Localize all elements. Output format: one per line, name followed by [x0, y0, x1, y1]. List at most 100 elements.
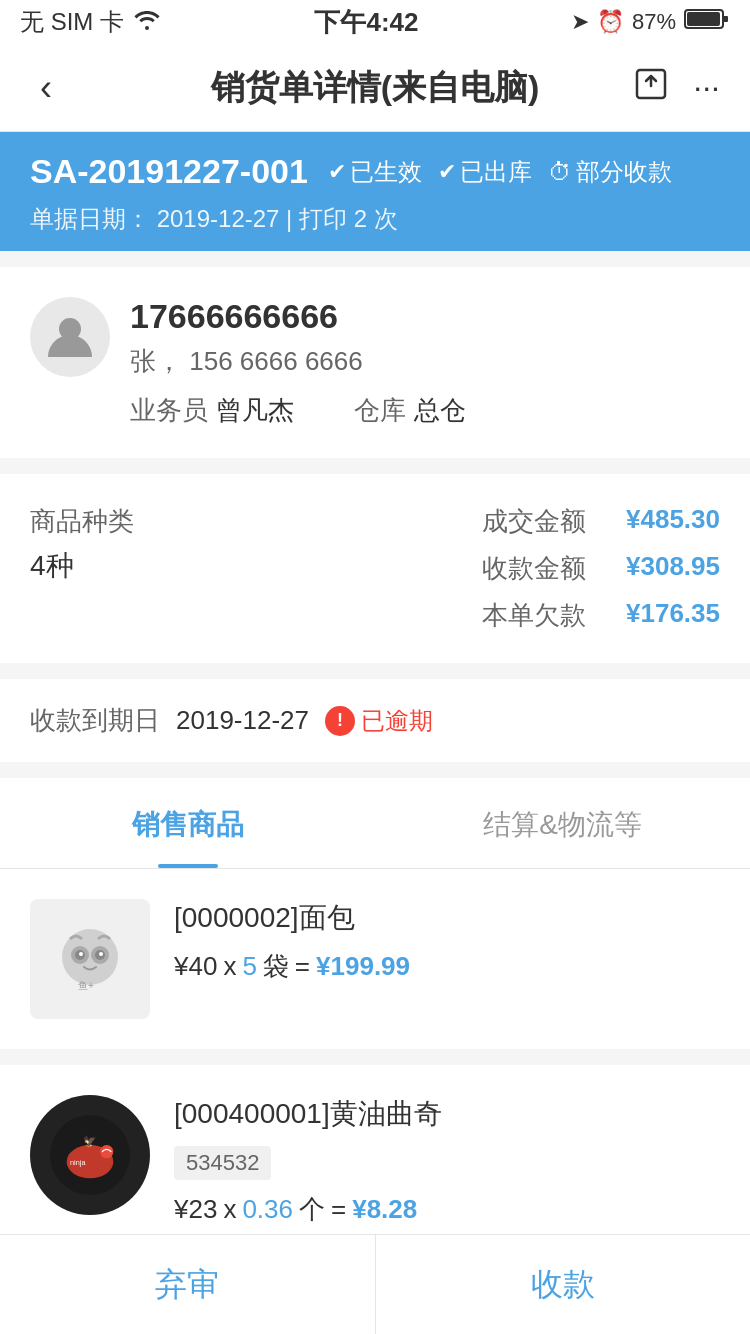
stats-left: 商品种类 4种 — [30, 504, 482, 585]
warehouse-value: 总仓 — [414, 393, 466, 428]
status-tag-shipped: ✔ 已出库 — [438, 156, 532, 188]
status-tag-active: ✔ 已生效 — [328, 156, 422, 188]
sales-rep-item: 业务员 曾凡杰 — [130, 393, 294, 428]
clock-icon: ⏱ — [548, 158, 572, 186]
status-tags: ✔ 已生效 ✔ 已出库 ⏱ 部分收款 — [328, 156, 672, 188]
back-button[interactable]: ‹ — [30, 57, 62, 119]
status-left: 无 SIM 卡 — [20, 6, 162, 38]
svg-point-17 — [100, 1145, 113, 1158]
equals-1: = — [295, 951, 310, 982]
tab-sales-label: 销售商品 — [132, 809, 244, 840]
check-icon-1: ✔ — [328, 159, 346, 185]
customer-phone-text: 156 6666 6666 — [189, 346, 363, 376]
date-label: 单据日期： — [30, 205, 150, 232]
tab-settlement-label: 结算&物流等 — [483, 809, 642, 840]
order-id: SA-20191227-001 — [30, 152, 308, 191]
customer-meta: 业务员 曾凡杰 仓库 总仓 — [130, 393, 720, 428]
kind-label: 商品种类 — [30, 504, 482, 539]
tab-sales[interactable]: 销售商品 — [0, 778, 375, 868]
unit-1: 袋 — [263, 949, 289, 984]
tab-settlement[interactable]: 结算&物流等 — [375, 778, 750, 868]
carrier-text: 无 SIM 卡 — [20, 6, 124, 38]
stat-row-2: 收款金额 ¥308.95 — [482, 551, 720, 586]
product-item-2: 🦅 ninja [000400001]黄油曲奇 534532 ¥23 x 0.3… — [0, 1065, 750, 1257]
stat-row-3: 本单欠款 ¥176.35 — [482, 598, 720, 633]
svg-point-10 — [79, 952, 83, 956]
order-date: 2019-12-27 — [157, 205, 280, 232]
sales-rep-label: 业务员 — [130, 393, 208, 428]
product-code-2: [000400001] — [174, 1098, 330, 1129]
product-name-1: [0000002]面包 — [174, 899, 720, 937]
total-2: ¥8.28 — [352, 1194, 417, 1225]
unit-2: 个 — [299, 1192, 325, 1227]
product-title-1: 面包 — [299, 902, 355, 933]
more-icon[interactable]: ··· — [693, 69, 720, 106]
stats-section: 商品种类 4种 成交金额 ¥485.30 收款金额 ¥308.95 本单欠款 ¥… — [0, 474, 750, 663]
kind-count: 4种 — [30, 547, 482, 585]
cancel-button[interactable]: 弃审 — [0, 1235, 376, 1334]
stat-amount-2: ¥308.95 — [626, 551, 720, 586]
warehouse-label: 仓库 — [354, 393, 406, 428]
status-active-label: 已生效 — [350, 156, 422, 188]
print-info: 打印 2 次 — [299, 205, 398, 232]
status-shipped-label: 已出库 — [460, 156, 532, 188]
product-code-1: [0000002] — [174, 902, 299, 933]
due-date: 2019-12-27 — [176, 705, 309, 736]
cookie-img-2: 🦅 ninja — [50, 1115, 130, 1195]
header-banner: SA-20191227-001 ✔ 已生效 ✔ 已出库 ⏱ 部分收款 单据日期：… — [0, 132, 750, 251]
product-price-2: ¥23 x 0.36个 = ¥8.28 — [174, 1192, 720, 1227]
status-time: 下午4:42 — [314, 5, 418, 40]
banner-top: SA-20191227-001 ✔ 已生效 ✔ 已出库 ⏱ 部分收款 — [30, 152, 720, 191]
total-1: ¥199.99 — [316, 951, 410, 982]
product-img-1: 鱼+ — [30, 899, 150, 1019]
overdue-label: 已逾期 — [361, 705, 433, 737]
svg-text:鱼+: 鱼+ — [78, 980, 94, 991]
customer-info: 17666666666 张， 156 6666 6666 业务员 曾凡杰 仓库 … — [130, 297, 720, 428]
customer-phone: 张， 156 6666 6666 — [130, 344, 720, 379]
qty-1: 5 — [242, 951, 256, 982]
overdue-icon: ! — [325, 706, 355, 736]
customer-name-text: 张， — [130, 346, 182, 376]
qty-2: 0.36 — [242, 1194, 293, 1225]
date-separator: | — [286, 205, 299, 232]
svg-rect-2 — [687, 12, 720, 26]
product-price-1: ¥40 x 5袋 = ¥199.99 — [174, 949, 720, 984]
equals-2: = — [331, 1194, 346, 1225]
sales-rep-value: 曾凡杰 — [216, 393, 294, 428]
wifi-icon — [132, 8, 162, 36]
status-tag-partial: ⏱ 部分收款 — [548, 156, 672, 188]
share-icon[interactable] — [633, 66, 669, 110]
unit-price-1: ¥40 — [174, 951, 217, 982]
customer-avatar — [30, 297, 110, 377]
status-right: ➤ ⏰ 87% — [571, 7, 730, 37]
confirm-button[interactable]: 收款 — [376, 1235, 751, 1334]
stat-amount-3: ¥176.35 — [626, 598, 720, 633]
customer-id: 17666666666 — [130, 297, 720, 336]
product-item-1: 鱼+ [0000002]面包 ¥40 x 5袋 = ¥199.99 — [0, 869, 750, 1049]
price-separator-1: x — [223, 951, 236, 982]
stats-right: 成交金额 ¥485.30 收款金额 ¥308.95 本单欠款 ¥176.35 — [482, 504, 720, 633]
product-img-2: 🦅 ninja — [30, 1095, 150, 1215]
bottom-bar: 弃审 收款 — [0, 1234, 750, 1334]
product-info-2: [000400001]黄油曲奇 534532 ¥23 x 0.36个 = ¥8.… — [174, 1095, 720, 1227]
alarm-icon: ⏰ — [597, 9, 624, 35]
person-icon — [44, 311, 96, 363]
stat-name-1: 成交金额 — [482, 504, 586, 539]
battery-icon — [684, 7, 730, 37]
status-partial-label: 部分收款 — [576, 156, 672, 188]
tabs-section: 销售商品 结算&物流等 — [0, 778, 750, 869]
owl-icon-1: 鱼+ — [50, 919, 130, 999]
warehouse-item: 仓库 总仓 — [354, 393, 466, 428]
overdue-badge: ! 已逾期 — [325, 705, 433, 737]
stat-row-1: 成交金额 ¥485.30 — [482, 504, 720, 539]
product-list: 鱼+ [0000002]面包 ¥40 x 5袋 = ¥199.99 🦅 ninj… — [0, 869, 750, 1257]
product-name-2: [000400001]黄油曲奇 — [174, 1095, 720, 1133]
stat-name-2: 收款金额 — [482, 551, 586, 586]
check-icon-2: ✔ — [438, 159, 456, 185]
product-title-2: 黄油曲奇 — [330, 1098, 442, 1129]
nav-bar: ‹ 销货单详情(来自电脑) ··· — [0, 44, 750, 132]
due-label: 收款到期日 — [30, 703, 160, 738]
location-icon: ➤ — [571, 9, 589, 35]
stat-amount-1: ¥485.30 — [626, 504, 720, 539]
product-info-1: [0000002]面包 ¥40 x 5袋 = ¥199.99 — [174, 899, 720, 984]
